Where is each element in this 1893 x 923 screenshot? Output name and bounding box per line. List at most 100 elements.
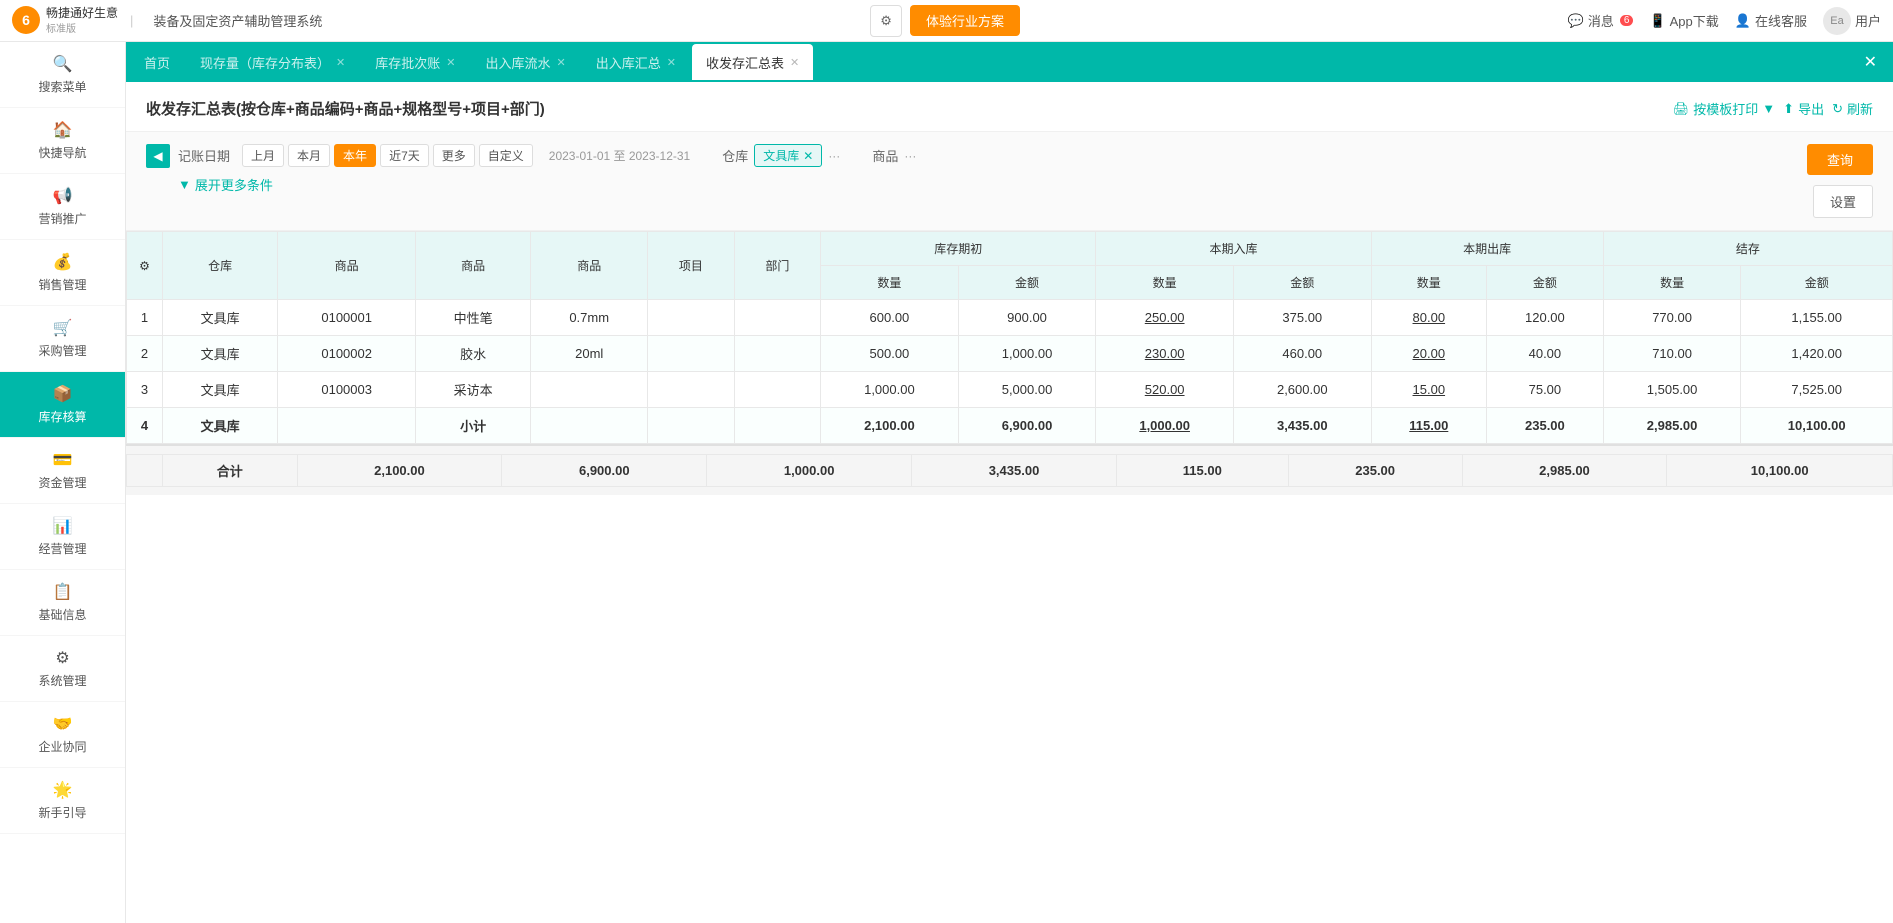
tab-receive-summary[interactable]: 收发存汇总表✕ [692, 44, 813, 80]
sidebar-item-enterprise[interactable]: 🤝企业协同 [0, 702, 125, 768]
period-out-amt-header: 金额 [1487, 266, 1604, 300]
sidebar-item-finance[interactable]: 💳资金管理 [0, 438, 125, 504]
tab-close-in-out-summary[interactable]: ✕ [667, 56, 676, 69]
sidebar-item-guide[interactable]: 🌟新手引导 [0, 768, 125, 834]
tab-in-out-flow[interactable]: 出入库流水✕ [471, 44, 579, 80]
cell-period-in-qty[interactable]: 250.00 [1096, 300, 1234, 336]
tab-label-batch-account: 库存批次账 [375, 53, 440, 72]
closing-stock-header: 结存 [1603, 232, 1892, 266]
inventory-icon: 📦 [53, 384, 73, 404]
sidebar-item-system[interactable]: ⚙系统管理 [0, 636, 125, 702]
trial-button[interactable]: 体验行业方案 [910, 5, 1020, 36]
cell-period-out-qty[interactable]: 20.00 [1371, 336, 1486, 372]
sales-icon: 💰 [53, 252, 73, 272]
sidebar-label-guide: 新手引导 [38, 804, 86, 821]
period-in-amt-header: 金额 [1233, 266, 1371, 300]
enterprise-icon: 🤝 [53, 714, 73, 734]
cell-goods_spec [531, 408, 648, 444]
goods-more-button[interactable]: ··· [904, 149, 916, 163]
refresh-icon: ↻ [1832, 101, 1843, 117]
date-btn-近7天[interactable]: 近7天 [380, 144, 429, 167]
cell-department [734, 408, 821, 444]
tab-inventory-dist[interactable]: 现存量（库存分布表）✕ [186, 44, 359, 80]
cell-closing-qty: 1,505.00 [1603, 372, 1741, 408]
goods-code-col-header: 商品 [278, 232, 416, 300]
download-icon: 📱 [1649, 13, 1665, 29]
tab-close-receive-summary[interactable]: ✕ [790, 56, 799, 69]
closing-qty-header: 数量 [1603, 266, 1741, 300]
cell-closing-qty: 710.00 [1603, 336, 1741, 372]
opening-qty-header: 数量 [821, 266, 959, 300]
cell-goods_spec: 20ml [531, 336, 648, 372]
app-tag: 标准版 [46, 20, 118, 35]
user-avatar: Ea [1823, 7, 1851, 35]
sidebar-item-marketing[interactable]: 📢营销推广 [0, 174, 125, 240]
basic-icon: 📋 [53, 582, 73, 602]
cell-period-out-qty[interactable]: 115.00 [1371, 408, 1486, 444]
messages-button[interactable]: 💬 消息 6 [1568, 11, 1634, 30]
warehouse-tag-close[interactable]: ✕ [803, 149, 813, 163]
sidebar-label-search: 搜索菜单 [38, 78, 86, 95]
table-settings-icon[interactable]: ⚙ [139, 259, 150, 273]
sidebar-item-quick-nav[interactable]: 🏠快捷导航 [0, 108, 125, 174]
total-period-in-qty: 1,000.00 [707, 455, 912, 487]
warehouse-more-button[interactable]: ··· [828, 149, 840, 163]
tab-batch-account[interactable]: 库存批次账 ✕ [361, 44, 469, 80]
date-btn-自定义[interactable]: 自定义 [479, 144, 533, 167]
online-service-button[interactable]: 👤 在线客服 [1735, 11, 1807, 30]
row-seq: 4 [127, 408, 163, 444]
cell-opening-qty: 600.00 [821, 300, 959, 336]
sidebar-item-sales[interactable]: 💰销售管理 [0, 240, 125, 306]
app-download-button[interactable]: 📱 App下载 [1649, 11, 1718, 30]
expand-more-button[interactable]: ▼ 展开更多条件 [178, 175, 1795, 194]
app-logo: 6 [12, 6, 40, 34]
cell-goods_name: 小计 [416, 408, 531, 444]
cell-closing-amt: 1,155.00 [1741, 300, 1893, 336]
settings-col-header[interactable]: ⚙ [127, 232, 163, 300]
period-out-qty-header: 数量 [1371, 266, 1486, 300]
tab-close-in-out-flow[interactable]: ✕ [557, 56, 566, 69]
sidebar-item-operations[interactable]: 📊经营管理 [0, 504, 125, 570]
warehouse-tag[interactable]: 文具库 ✕ [754, 144, 822, 167]
tab-home[interactable]: 首页 [130, 44, 184, 80]
date-btn-本月[interactable]: 本月 [288, 144, 330, 167]
filter-collapse-button[interactable]: ◀ [146, 144, 170, 168]
sidebar-item-search[interactable]: 🔍 搜索菜单 [0, 42, 125, 108]
sidebar-label-purchase: 采购管理 [38, 342, 86, 359]
tab-close-batch-account[interactable]: ✕ [446, 56, 455, 69]
total-period-out-qty: 115.00 [1116, 455, 1288, 487]
total-label: 合计 [163, 455, 298, 487]
sidebar-item-purchase[interactable]: 🛒采购管理 [0, 306, 125, 372]
query-button[interactable]: 查询 [1807, 144, 1873, 175]
refresh-button[interactable]: ↻ 刷新 [1832, 99, 1873, 118]
cell-period-in-qty[interactable]: 520.00 [1096, 372, 1234, 408]
settings-button[interactable]: ⚙ [870, 5, 902, 37]
date-btn-更多[interactable]: 更多 [433, 144, 475, 167]
search-icon: 🔍 [53, 54, 73, 74]
tab-bar-close-button[interactable]: ✕ [1852, 52, 1889, 72]
export-button[interactable]: ⬆ 导出 [1783, 99, 1824, 118]
sidebar-label-system: 系统管理 [38, 672, 86, 689]
sidebar-item-inventory[interactable]: 📦库存核算 [0, 372, 125, 438]
message-icon: 💬 [1568, 13, 1584, 29]
cell-period-out-qty[interactable]: 15.00 [1371, 372, 1486, 408]
cell-closing-amt: 7,525.00 [1741, 372, 1893, 408]
total-row: 合计 2,100.00 6,900.00 1,000.00 3,435.00 1… [127, 455, 1893, 487]
user-area[interactable]: Ea 用户 [1823, 7, 1881, 35]
date-btn-上月[interactable]: 上月 [242, 144, 284, 167]
tab-in-out-summary[interactable]: 出入库汇总✕ [582, 44, 690, 80]
set-button[interactable]: 设置 [1813, 185, 1873, 218]
date-btn-本年[interactable]: 本年 [334, 144, 376, 167]
tab-close-inventory-dist[interactable]: ✕ [336, 56, 345, 69]
cell-period-in-qty[interactable]: 1,000.00 [1096, 408, 1234, 444]
cell-opening-amt: 5,000.00 [958, 372, 1096, 408]
sidebar-item-basic[interactable]: 📋基础信息 [0, 570, 125, 636]
cell-period-in-amt: 3,435.00 [1233, 408, 1371, 444]
print-button[interactable]: 🖨 按模板打印 ▼ [1673, 99, 1775, 118]
cell-opening-amt: 1,000.00 [958, 336, 1096, 372]
data-table: ⚙ 仓库 商品 商品 商品 项目 部门 库存期初 本期入库 [126, 231, 1893, 444]
warehouse-filter-label: 仓库 [722, 146, 748, 165]
cell-period-in-qty[interactable]: 230.00 [1096, 336, 1234, 372]
cell-period-out-amt: 40.00 [1487, 336, 1604, 372]
cell-period-out-qty[interactable]: 80.00 [1371, 300, 1486, 336]
